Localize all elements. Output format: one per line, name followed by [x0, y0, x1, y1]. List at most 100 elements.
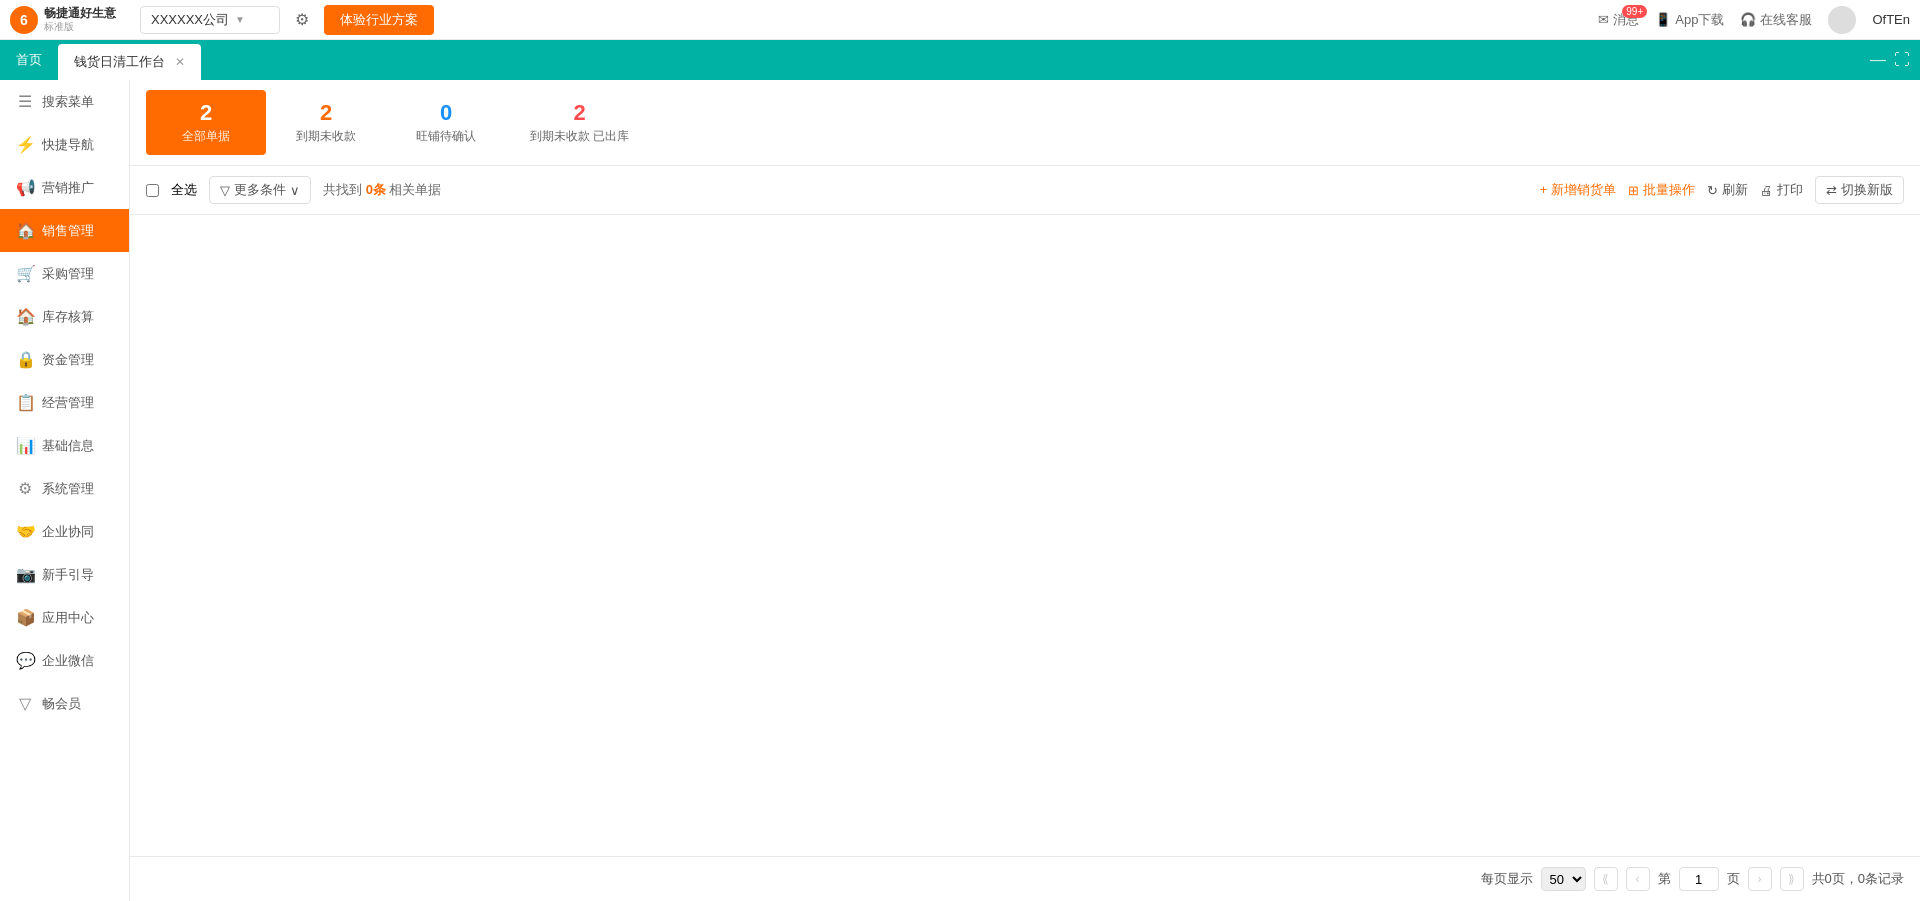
sidebar-item-search-menu[interactable]: ☰ 搜索菜单: [0, 80, 129, 123]
trial-button[interactable]: 体验行业方案: [324, 5, 434, 35]
tab-workbench-label: 钱货日清工作台: [74, 53, 165, 71]
phone-icon: 📱: [1655, 12, 1671, 27]
sidebar-item-inventory[interactable]: 🏠 库存核算: [0, 295, 129, 338]
switch-icon: ⇄: [1826, 183, 1837, 198]
sidebar-item-label: 企业协同: [42, 523, 94, 541]
sidebar-item-label: 系统管理: [42, 480, 94, 498]
sidebar-item-label: 快捷导航: [42, 136, 94, 154]
headset-icon: 🎧: [1740, 12, 1756, 27]
summary-card-all[interactable]: 2 全部单据: [146, 90, 266, 155]
logo-icon: 6: [10, 6, 38, 34]
expand-icon[interactable]: ⛶: [1894, 51, 1910, 69]
online-service-button[interactable]: 🎧 在线客服: [1740, 11, 1812, 29]
table-area: [130, 215, 1920, 856]
card-overdue-number: 2: [290, 100, 362, 126]
avatar[interactable]: [1828, 6, 1856, 34]
logo-main: 畅捷通好生意: [44, 6, 116, 20]
last-page-button[interactable]: ⟫: [1780, 867, 1804, 891]
toolbar-right: + 新增销货单 ⊞ 批量操作 ↻ 刷新 🖨 打印 ⇄ 切换新版: [1540, 176, 1904, 204]
switch-label: 切换新版: [1841, 181, 1893, 199]
tab-workbench[interactable]: 钱货日清工作台 ✕: [58, 44, 201, 80]
new-order-button[interactable]: + 新增销货单: [1540, 181, 1616, 199]
refresh-label: 刷新: [1722, 181, 1748, 199]
sidebar-item-sales[interactable]: 🏠 销售管理: [0, 209, 129, 252]
card-wangpu-number: 0: [410, 100, 482, 126]
page-input[interactable]: [1679, 867, 1719, 891]
logo-text: 畅捷通好生意 标准版: [44, 6, 116, 32]
messages-badge: 99+: [1622, 5, 1647, 18]
quick-nav-icon: ⚡: [16, 135, 34, 154]
summary-card-shipped[interactable]: 2 到期未收款 已出库: [506, 90, 653, 155]
sidebar-item-label: 采购管理: [42, 265, 94, 283]
select-all-checkbox[interactable]: [146, 184, 159, 197]
sidebar-item-label: 营销推广: [42, 179, 94, 197]
sidebar-item-marketing[interactable]: 📢 营销推广: [0, 166, 129, 209]
tab-bar-actions: — ⛶: [1870, 40, 1920, 80]
settings-button[interactable]: ⚙: [288, 6, 316, 34]
prev-page-button[interactable]: ‹: [1626, 867, 1650, 891]
summary-cards: 2 全部单据 2 到期未收款 0 旺铺待确认 2 到期未收款 已出库: [130, 80, 1920, 166]
refresh-button[interactable]: ↻ 刷新: [1707, 181, 1748, 199]
enterprise-icon: 🤝: [16, 522, 34, 541]
batch-operation-button[interactable]: ⊞ 批量操作: [1628, 181, 1695, 199]
card-all-label: 全部单据: [170, 128, 242, 145]
sidebar-item-quick-nav[interactable]: ⚡ 快捷导航: [0, 123, 129, 166]
summary-card-wangpu[interactable]: 0 旺铺待确认: [386, 90, 506, 155]
sidebar-item-enterprise[interactable]: 🤝 企业协同: [0, 510, 129, 553]
print-button[interactable]: 🖨 打印: [1760, 181, 1803, 199]
sidebar-item-label: 基础信息: [42, 437, 94, 455]
chevron-down-icon: ∨: [290, 183, 300, 198]
sidebar-item-label: 库存核算: [42, 308, 94, 326]
basic-info-icon: 📊: [16, 436, 34, 455]
sidebar-item-finance[interactable]: 🔒 资金管理: [0, 338, 129, 381]
card-wangpu-label: 旺铺待确认: [410, 128, 482, 145]
chevron-down-icon: ▼: [235, 14, 245, 25]
pagination: 每页显示 50 ⟪ ‹ 第 页 › ⟫ 共0页，0条记录: [130, 856, 1920, 901]
sidebar-item-weixin[interactable]: 💬 企业微信: [0, 639, 129, 682]
sidebar-item-label: 企业微信: [42, 652, 94, 670]
logo-sub: 标准版: [44, 21, 116, 33]
minimize-icon[interactable]: —: [1870, 51, 1886, 69]
sales-icon: 🏠: [16, 221, 34, 240]
gear-icon: ⚙: [295, 10, 309, 29]
finance-icon: 🔒: [16, 350, 34, 369]
batch-label: 批量操作: [1643, 181, 1695, 199]
first-page-button[interactable]: ⟪: [1594, 867, 1618, 891]
system-icon: ⚙: [16, 479, 34, 498]
card-shipped-label: 到期未收款 已出库: [530, 128, 629, 145]
found-suffix: 相关单据: [389, 182, 441, 197]
sidebar-item-label: 销售管理: [42, 222, 94, 240]
page-suffix: 页: [1727, 870, 1740, 888]
filter-button[interactable]: ▽ 更多条件 ∨: [209, 176, 311, 204]
messages-button[interactable]: ✉ 消息 99+: [1598, 11, 1639, 29]
filter-icon: ▽: [220, 183, 230, 198]
main-layout: ☰ 搜索菜单 ⚡ 快捷导航 📢 营销推广 🏠 销售管理 🛒 采购管理 🏠 库存核…: [0, 80, 1920, 901]
batch-icon: ⊞: [1628, 183, 1639, 198]
close-icon[interactable]: ✕: [175, 55, 185, 69]
sidebar-item-label: 新手引导: [42, 566, 94, 584]
purchase-icon: 🛒: [16, 264, 34, 283]
sidebar-item-member[interactable]: ▽ 畅会员: [0, 682, 129, 725]
per-page-select[interactable]: 50: [1541, 867, 1586, 891]
sidebar-item-newbie[interactable]: 📷 新手引导: [0, 553, 129, 596]
app-download-button[interactable]: 📱 App下载: [1655, 11, 1724, 29]
sidebar-item-app-center[interactable]: 📦 应用中心: [0, 596, 129, 639]
next-page-button[interactable]: ›: [1748, 867, 1772, 891]
summary-card-overdue[interactable]: 2 到期未收款: [266, 90, 386, 155]
sidebar-item-purchase[interactable]: 🛒 采购管理: [0, 252, 129, 295]
sidebar-item-label: 资金管理: [42, 351, 94, 369]
switch-version-button[interactable]: ⇄ 切换新版: [1815, 176, 1904, 204]
company-selector[interactable]: XXXXXX公司 ▼: [140, 6, 280, 34]
content-area: 2 全部单据 2 到期未收款 0 旺铺待确认 2 到期未收款 已出库 全选 ▽ …: [130, 80, 1920, 901]
header-right: ✉ 消息 99+ 📱 App下载 🎧 在线客服 OfTEn: [1598, 6, 1910, 34]
sidebar-item-system[interactable]: ⚙ 系统管理: [0, 467, 129, 510]
sidebar-item-label: 经营管理: [42, 394, 94, 412]
card-overdue-label: 到期未收款: [290, 128, 362, 145]
sidebar: ☰ 搜索菜单 ⚡ 快捷导航 📢 营销推广 🏠 销售管理 🛒 采购管理 🏠 库存核…: [0, 80, 130, 901]
tab-home[interactable]: 首页: [0, 40, 58, 80]
filter-label: 更多条件: [234, 181, 286, 199]
print-icon: 🖨: [1760, 183, 1773, 198]
sidebar-item-operations[interactable]: 📋 经营管理: [0, 381, 129, 424]
select-all-label: 全选: [171, 181, 197, 199]
sidebar-item-basic-info[interactable]: 📊 基础信息: [0, 424, 129, 467]
